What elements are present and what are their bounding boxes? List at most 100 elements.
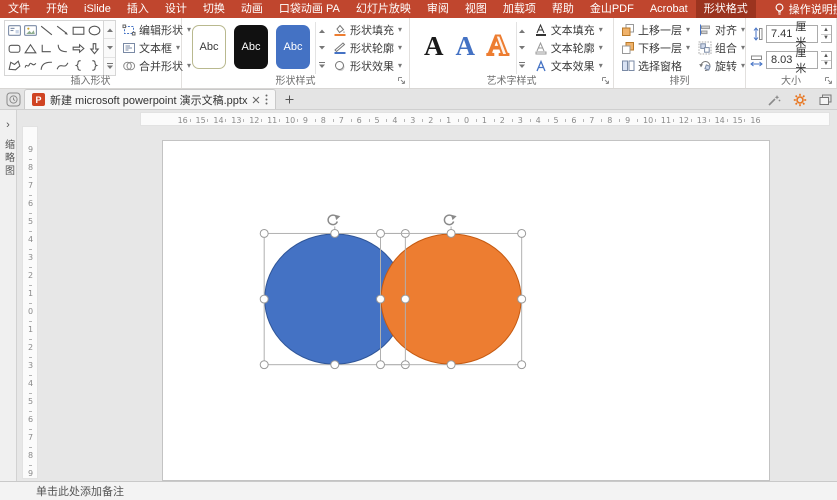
h-ruler-number: 3 bbox=[518, 116, 523, 125]
styles-scroll-up-button[interactable] bbox=[316, 22, 327, 39]
menu-tab-animations[interactable]: 动画 bbox=[233, 0, 271, 18]
shape-style-preset-1[interactable]: Abc bbox=[192, 25, 226, 69]
scribble-icon[interactable] bbox=[23, 59, 38, 72]
close-tab-icon[interactable] bbox=[252, 96, 260, 104]
menu-tab-acrobat[interactable]: Acrobat bbox=[642, 0, 696, 18]
right-brace-icon[interactable] bbox=[87, 59, 102, 72]
orange-selection-handle[interactable] bbox=[447, 361, 455, 369]
blue-selection-handle[interactable] bbox=[260, 229, 268, 237]
v-ruler-number: 5 bbox=[28, 397, 33, 406]
h-ruler-number: 4 bbox=[392, 116, 397, 125]
blue-selection-handle[interactable] bbox=[401, 295, 409, 303]
blue-rotate-handle[interactable] bbox=[328, 215, 340, 225]
text-outline-button[interactable]: 文本轮廓 ▾ bbox=[531, 39, 606, 56]
shape-style-preset-3[interactable]: Abc bbox=[276, 25, 310, 69]
shape-style-preset-2[interactable]: Abc bbox=[234, 25, 268, 69]
align-button[interactable]: 对齐 ▾ bbox=[695, 21, 748, 38]
text-fill-button[interactable]: 文本填充 ▾ bbox=[531, 21, 606, 38]
menu-tab-design[interactable]: 设计 bbox=[157, 0, 195, 18]
width-spin-up-button[interactable]: ▲ bbox=[821, 52, 831, 60]
wordart-dialog-launcher[interactable] bbox=[601, 76, 611, 86]
menu-tab-help[interactable]: 帮助 bbox=[544, 0, 582, 18]
thumbnail-panel-collapsed[interactable]: › 缩略图 bbox=[0, 110, 17, 481]
settings-gear-icon[interactable] bbox=[793, 93, 807, 107]
blue-selection-handle[interactable] bbox=[331, 361, 339, 369]
rounded-rectangle-icon[interactable] bbox=[7, 42, 22, 55]
menu-tab-transitions[interactable]: 切换 bbox=[195, 0, 233, 18]
tab-menu-icon[interactable] bbox=[265, 94, 268, 105]
bring-forward-button[interactable]: 上移一层 ▾ bbox=[618, 21, 693, 38]
h-ruler-number: 3 bbox=[410, 116, 415, 125]
height-spin-up-button[interactable]: ▲ bbox=[821, 26, 831, 34]
group-button[interactable]: 组合 ▾ bbox=[695, 39, 748, 56]
orange-rotate-handle[interactable] bbox=[444, 215, 456, 225]
shape-outline-button[interactable]: 形状轮廓 ▾ bbox=[330, 39, 405, 56]
blue-selection-handle[interactable] bbox=[260, 295, 268, 303]
slide-canvas[interactable] bbox=[162, 140, 770, 481]
slide-image-icon[interactable] bbox=[23, 24, 38, 37]
window-restore-icon[interactable] bbox=[819, 94, 832, 106]
size-dialog-launcher[interactable] bbox=[824, 76, 834, 86]
shape-width-field[interactable]: 8.03 厘米 bbox=[766, 51, 818, 69]
orange-selection-handle[interactable] bbox=[447, 229, 455, 237]
oval-icon[interactable] bbox=[87, 24, 102, 37]
tell-me-search[interactable]: 操作说明搜索 bbox=[766, 0, 837, 18]
menu-tab-file[interactable]: 文件 bbox=[0, 0, 38, 18]
blue-selection-handle[interactable] bbox=[260, 361, 268, 369]
height-spin-down-button[interactable]: ▼ bbox=[821, 34, 831, 43]
wordart-preset-3[interactable]: A bbox=[487, 31, 509, 61]
arc-icon[interactable] bbox=[39, 59, 54, 72]
wordart-preset-1[interactable]: A bbox=[424, 33, 444, 60]
menu-tab-review[interactable]: 审阅 bbox=[419, 0, 457, 18]
slide-layout-icon[interactable] bbox=[7, 24, 22, 37]
session-history-button[interactable] bbox=[3, 90, 23, 108]
menu-tab-islide[interactable]: iSlide bbox=[76, 0, 119, 18]
wordart-scroll-down-button[interactable] bbox=[517, 39, 528, 56]
orange-selection-handle[interactable] bbox=[377, 229, 385, 237]
orange-selection-handle[interactable] bbox=[518, 361, 526, 369]
shape-height-field[interactable]: 7.41 厘米 bbox=[766, 25, 818, 43]
orange-selection-handle[interactable] bbox=[518, 229, 526, 237]
shape-styles-dialog-launcher[interactable] bbox=[397, 76, 407, 86]
wordart-scroll-up-button[interactable] bbox=[517, 22, 528, 39]
arrow-line-icon[interactable] bbox=[55, 24, 70, 37]
shape-fill-button[interactable]: 形状填充 ▾ bbox=[330, 21, 405, 38]
menu-tab-view[interactable]: 视图 bbox=[457, 0, 495, 18]
line-icon[interactable] bbox=[39, 24, 54, 37]
wordart-preset-2[interactable]: A bbox=[456, 33, 476, 60]
right-arrow-icon[interactable] bbox=[71, 42, 86, 55]
new-tab-button[interactable] bbox=[280, 90, 298, 108]
freeform-icon[interactable] bbox=[7, 59, 22, 72]
width-spin-down-button[interactable]: ▼ bbox=[821, 60, 831, 69]
menu-tab-insert[interactable]: 插入 bbox=[119, 0, 157, 18]
curve-icon[interactable] bbox=[55, 59, 70, 72]
blue-selection-handle[interactable] bbox=[331, 229, 339, 237]
document-tab[interactable]: 新建 microsoft powerpoint 演示文稿.pptx bbox=[24, 89, 276, 109]
left-brace-icon[interactable] bbox=[71, 59, 86, 72]
styles-scroll-down-button[interactable] bbox=[316, 39, 327, 56]
triangle-icon[interactable] bbox=[23, 42, 38, 55]
rectangle-icon[interactable] bbox=[71, 24, 86, 37]
dropdown-caret-icon: ▾ bbox=[599, 25, 603, 34]
menu-tab-shape-format[interactable]: 形状格式 bbox=[696, 0, 756, 18]
menu-tab-pocket-animation[interactable]: 口袋动画 PA bbox=[271, 0, 348, 18]
orange-selection-handle[interactable] bbox=[518, 295, 526, 303]
bring-forward-icon bbox=[621, 23, 635, 37]
h-ruler-number: 4 bbox=[536, 116, 541, 125]
gallery-scroll-up-button[interactable] bbox=[104, 21, 115, 38]
v-ruler-number: 7 bbox=[28, 181, 33, 190]
menu-tab-home[interactable]: 开始 bbox=[38, 0, 76, 18]
orange-selection-handle[interactable] bbox=[377, 361, 385, 369]
menu-tab-kingsoft-pdf[interactable]: 金山PDF bbox=[582, 0, 642, 18]
notes-pane[interactable]: 单击此处添加备注 bbox=[0, 481, 837, 500]
curved-connector-icon[interactable] bbox=[55, 42, 70, 55]
menu-tab-addins[interactable]: 加载项 bbox=[495, 0, 544, 18]
elbow-connector-icon[interactable] bbox=[39, 42, 54, 55]
gallery-scroll-down-button[interactable] bbox=[104, 38, 115, 56]
orange-selection-handle[interactable] bbox=[377, 295, 385, 303]
magic-wand-icon[interactable] bbox=[767, 93, 781, 107]
down-arrow-icon[interactable] bbox=[87, 42, 102, 55]
send-backward-button[interactable]: 下移一层 ▾ bbox=[618, 39, 693, 56]
menu-tab-slideshow[interactable]: 幻灯片放映 bbox=[348, 0, 419, 18]
expand-chevron-icon[interactable]: › bbox=[6, 120, 10, 131]
